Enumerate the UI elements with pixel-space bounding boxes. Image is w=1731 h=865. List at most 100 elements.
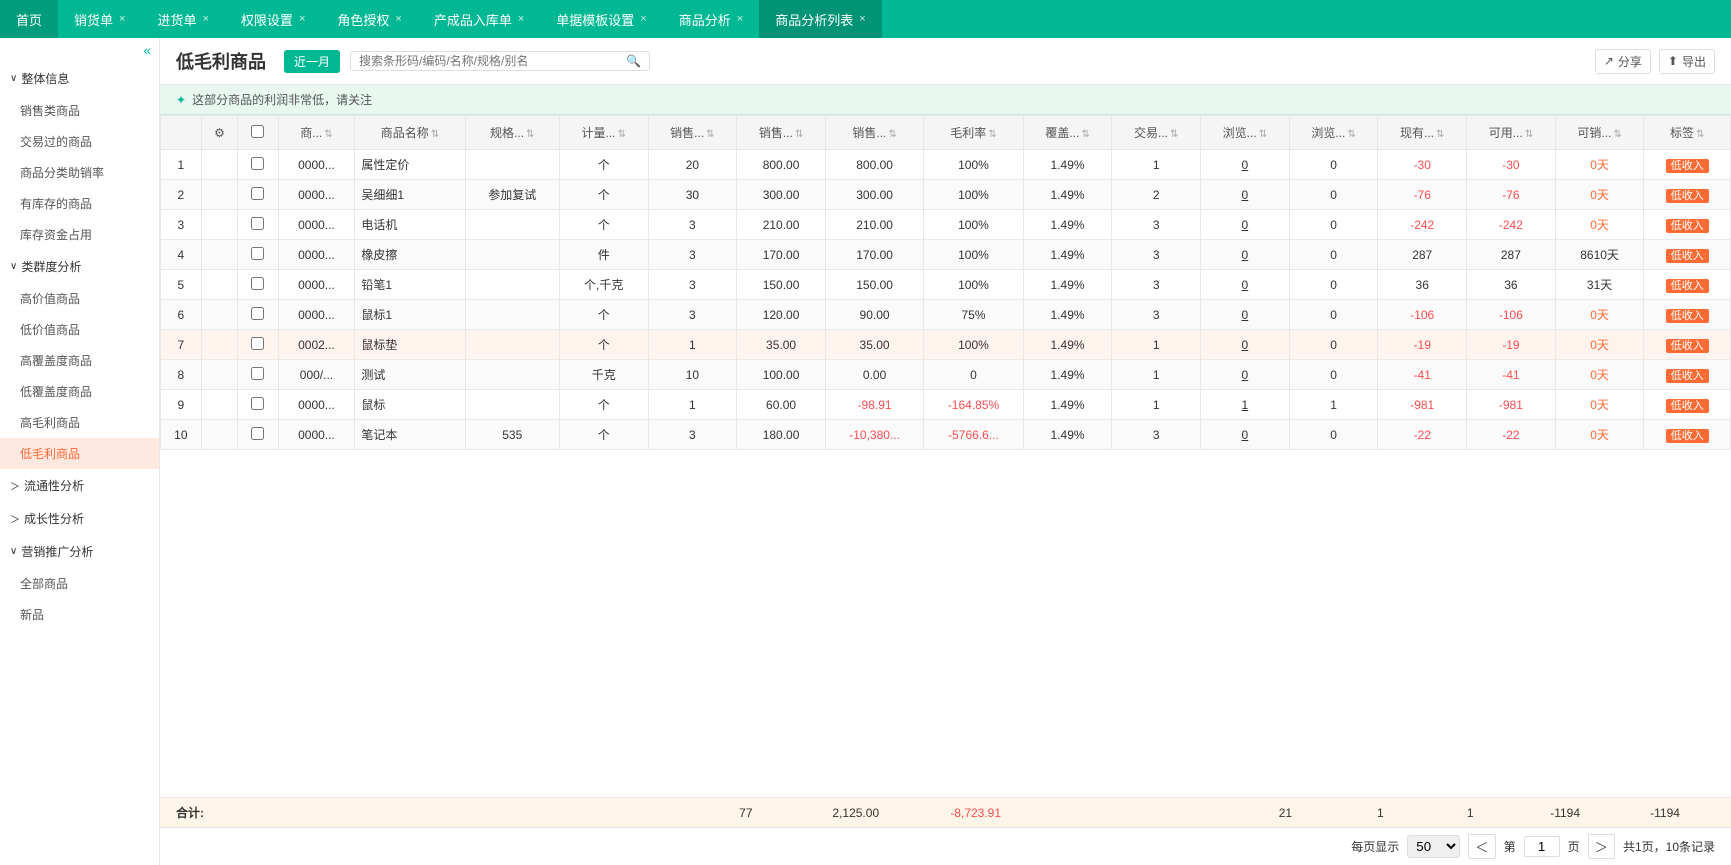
sort-icon-sales_price[interactable]: ⇅ — [795, 129, 803, 140]
row-checkbox[interactable] — [251, 157, 264, 170]
sidebar-group-类群度分析[interactable]: ∨类群度分析 — [0, 250, 159, 283]
sidebar-group-成长性分析[interactable]: ＞成长性分析 — [0, 502, 159, 535]
row-checkbox[interactable] — [251, 337, 264, 350]
search-input[interactable] — [359, 54, 626, 68]
sort-icon-gross_margin[interactable]: ⇅ — [988, 129, 996, 140]
row-name[interactable]: 橡皮擦 — [355, 240, 465, 270]
row-browse1-link[interactable]: 0 — [1242, 278, 1249, 292]
col-checkbox[interactable] — [238, 116, 278, 150]
sort-icon-coverage[interactable]: ⇅ — [1081, 129, 1089, 140]
page-size-select[interactable]: 50 100 200 — [1407, 835, 1460, 858]
sort-icon-name[interactable]: ⇅ — [431, 129, 439, 140]
sidebar-group-营销推广分析[interactable]: ∨营销推广分析 — [0, 535, 159, 568]
row-browse1-link[interactable]: 0 — [1242, 158, 1249, 172]
search-icon[interactable]: 🔍 — [626, 54, 641, 68]
sidebar-group-流通性分析[interactable]: ＞流通性分析 — [0, 469, 159, 502]
sort-icon-sales_profit[interactable]: ⇅ — [888, 129, 896, 140]
row-name[interactable]: 笔记本 — [355, 420, 465, 450]
nav-close-icon[interactable]: × — [518, 13, 524, 25]
sort-icon-tag[interactable]: ⇅ — [1696, 129, 1704, 140]
nav-item-进货单[interactable]: 进货单× — [141, 0, 224, 38]
nav-close-icon[interactable]: × — [119, 13, 125, 25]
nav-close-icon[interactable]: × — [299, 13, 305, 25]
row-browse1-link[interactable]: 0 — [1242, 218, 1249, 232]
export-btn[interactable]: ⬆ 导出 — [1659, 49, 1715, 74]
row-checkbox[interactable] — [251, 217, 264, 230]
row-browse1-link[interactable]: 0 — [1242, 308, 1249, 322]
sort-icon-unit[interactable]: ⇅ — [618, 129, 626, 140]
row-checkbox[interactable] — [251, 187, 264, 200]
sort-icon-available[interactable]: ⇅ — [1525, 129, 1533, 140]
sort-icon-browse2[interactable]: ⇅ — [1347, 129, 1355, 140]
nav-close-icon[interactable]: × — [859, 13, 865, 25]
row-checkbox[interactable] — [251, 427, 264, 440]
row-checkbox[interactable] — [251, 397, 264, 410]
nav-close-icon[interactable]: × — [737, 13, 743, 25]
sort-icon-code[interactable]: ⇅ — [324, 129, 332, 140]
row-name[interactable]: 鼠标 — [355, 390, 465, 420]
sidebar-item-高覆盖度商品[interactable]: 高覆盖度商品 — [0, 345, 159, 376]
row-no: 10 — [161, 420, 202, 450]
sort-icon-current_stock[interactable]: ⇅ — [1436, 129, 1444, 140]
share-btn[interactable]: ↗ 分享 — [1595, 49, 1651, 74]
sidebar-item-库存资金占用[interactable]: 库存资金占用 — [0, 219, 159, 250]
sidebar-group-整体信息[interactable]: ∨整体信息 — [0, 62, 159, 95]
nav-item-首页[interactable]: 首页 — [0, 0, 58, 38]
next-page-btn[interactable]: ＞ — [1588, 834, 1615, 859]
row-checkbox[interactable] — [251, 307, 264, 320]
sort-icon-browse1[interactable]: ⇅ — [1259, 129, 1267, 140]
row-browse1-link[interactable]: 1 — [1242, 398, 1249, 412]
sidebar-item-有库存的商品[interactable]: 有库存的商品 — [0, 188, 159, 219]
col-label-sales_price: 销售... — [759, 126, 793, 140]
sidebar-item-交易过的商品[interactable]: 交易过的商品 — [0, 126, 159, 157]
page-number-input[interactable] — [1524, 836, 1560, 857]
row-name[interactable]: 属性定价 — [355, 150, 465, 180]
row-checkbox[interactable] — [251, 247, 264, 260]
sidebar-item-全部商品[interactable]: 全部商品 — [0, 568, 159, 599]
row-name[interactable]: 吴细细1 — [355, 180, 465, 210]
row-browse1-link[interactable]: 0 — [1242, 248, 1249, 262]
time-filter-btn[interactable]: 近一月 — [284, 50, 340, 73]
nav-close-icon[interactable]: × — [640, 13, 646, 25]
nav-item-单据模板设置[interactable]: 单据模板设置× — [540, 0, 662, 38]
row-browse1-link[interactable]: 0 — [1242, 428, 1249, 442]
nav-item-商品分析[interactable]: 商品分析× — [663, 0, 759, 38]
row-browse1-link[interactable]: 0 — [1242, 338, 1249, 352]
row-name[interactable]: 鼠标1 — [355, 300, 465, 330]
sidebar-item-高毛利商品[interactable]: 高毛利商品 — [0, 407, 159, 438]
sidebar-collapse-btn[interactable]: « — [143, 42, 151, 58]
sidebar-item-低毛利商品[interactable]: 低毛利商品 — [0, 438, 159, 469]
row-checkbox[interactable] — [251, 367, 264, 380]
nav-close-icon[interactable]: × — [202, 13, 208, 25]
nav-item-产成品入库单[interactable]: 产成品入库单× — [418, 0, 540, 38]
row-browse1-link[interactable]: 0 — [1242, 368, 1249, 382]
nav-item-商品分析列表[interactable]: 商品分析列表× — [759, 0, 881, 38]
sidebar-item-销售类商品[interactable]: 销售类商品 — [0, 95, 159, 126]
sort-icon-spec[interactable]: ⇅ — [526, 129, 534, 140]
row-coverage: 1.49% — [1023, 180, 1112, 210]
nav-item-角色授权[interactable]: 角色授权× — [321, 0, 417, 38]
row-browse1-link[interactable]: 0 — [1242, 188, 1249, 202]
row-name[interactable]: 铅笔1 — [355, 270, 465, 300]
row-name[interactable]: 测试 — [355, 360, 465, 390]
settings-icon[interactable]: ⚙ — [214, 126, 225, 140]
sort-icon-sellable[interactable]: ⇅ — [1613, 129, 1621, 140]
row-checkbox[interactable] — [251, 277, 264, 290]
sidebar-item-低价值商品[interactable]: 低价值商品 — [0, 314, 159, 345]
sidebar-item-新品[interactable]: 新品 — [0, 599, 159, 630]
sidebar-item-高价值商品[interactable]: 高价值商品 — [0, 283, 159, 314]
sidebar-item-商品分类助销率[interactable]: 商品分类助销率 — [0, 157, 159, 188]
nav-item-权限设置[interactable]: 权限设置× — [225, 0, 321, 38]
nav-close-icon[interactable]: × — [395, 13, 401, 25]
row-name[interactable]: 鼠标垫 — [355, 330, 465, 360]
row-gross-margin: 100% — [924, 240, 1023, 270]
sidebar-item-低覆盖度商品[interactable]: 低覆盖度商品 — [0, 376, 159, 407]
share-icon: ↗ — [1604, 54, 1614, 68]
sort-icon-transactions[interactable]: ⇅ — [1170, 129, 1178, 140]
group-arrow-icon: ＞ — [10, 511, 20, 526]
nav-item-销货单[interactable]: 销货单× — [58, 0, 141, 38]
sort-icon-sales_qty[interactable]: ⇅ — [706, 129, 714, 140]
prev-page-btn[interactable]: ＜ — [1468, 834, 1495, 859]
row-name[interactable]: 电话机 — [355, 210, 465, 240]
select-all-checkbox[interactable] — [251, 125, 264, 138]
